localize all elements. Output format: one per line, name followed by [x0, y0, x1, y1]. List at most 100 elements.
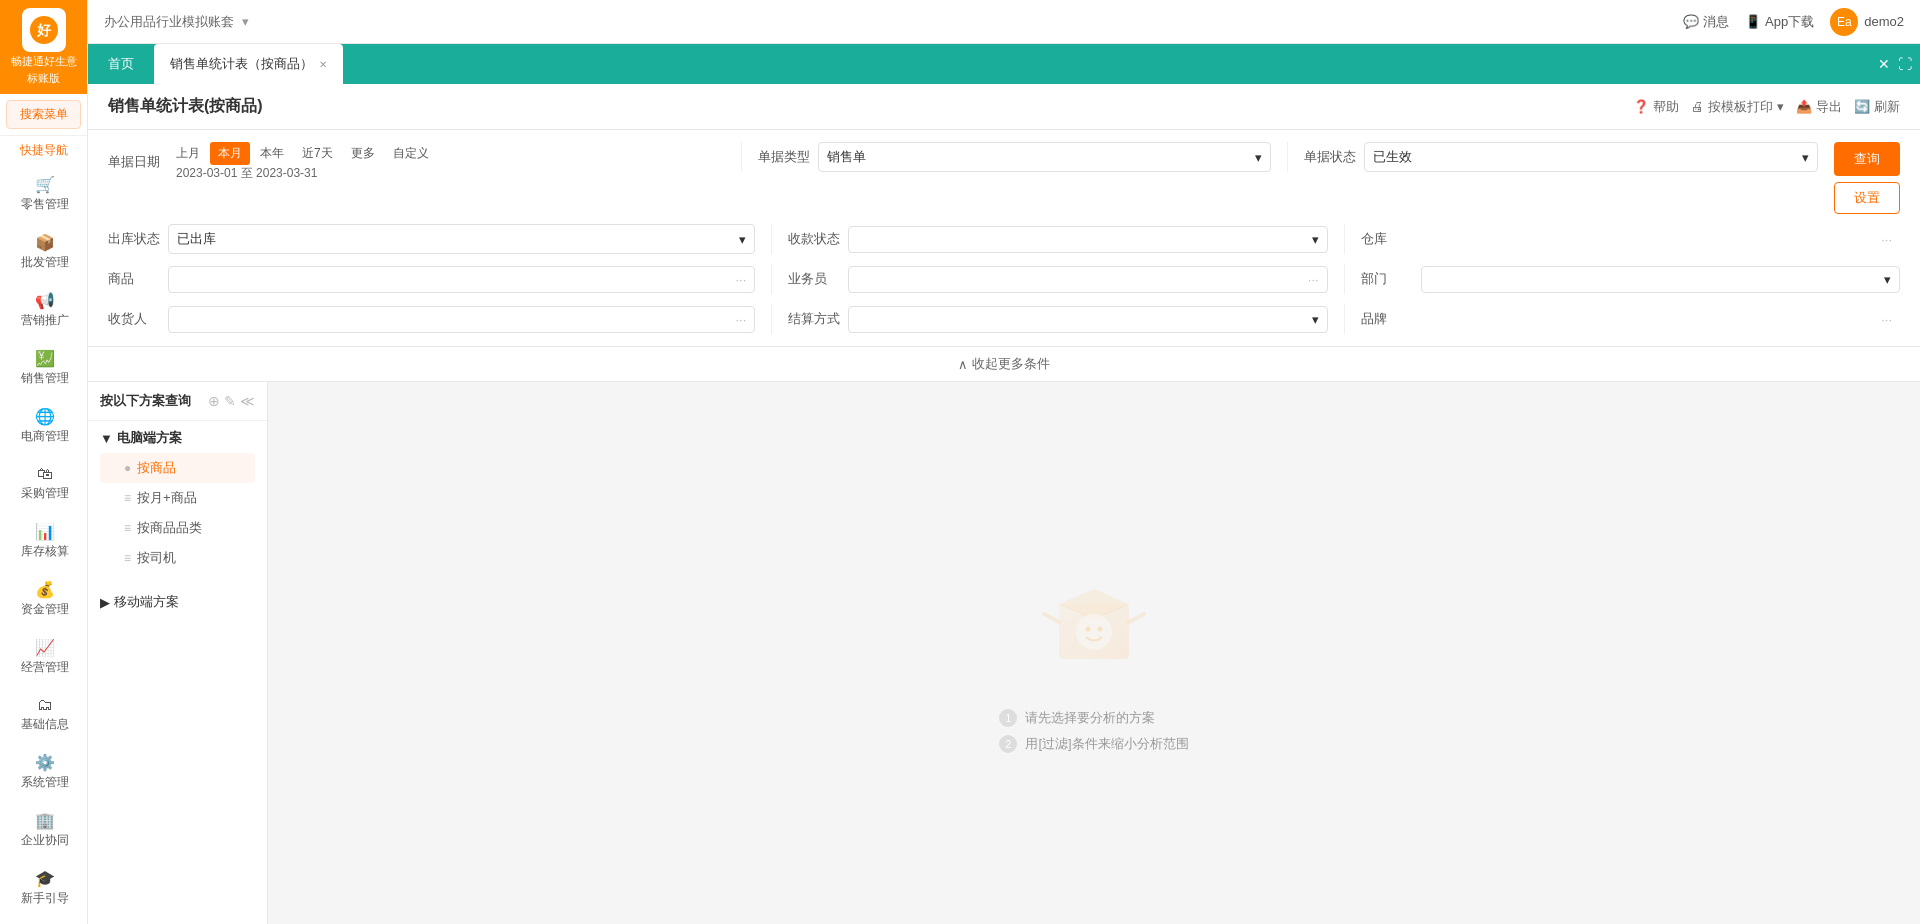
user-info[interactable]: Ea demo2 — [1830, 8, 1904, 36]
quick-nav-button[interactable]: 快捷导航 — [0, 136, 87, 165]
tab-report[interactable]: 销售单统计表（按商品） ✕ — [154, 44, 343, 84]
industry-dropdown-icon[interactable]: ▾ — [242, 14, 249, 29]
brand-input[interactable]: ··· — [1421, 307, 1900, 332]
sidebar-item-marketing[interactable]: 📢 营销推广 — [0, 281, 87, 339]
scheme-item-by-product[interactable]: ● 按商品 — [100, 453, 255, 483]
receiver-filter: 收货人 ··· — [108, 306, 755, 333]
date-tab-7days[interactable]: 近7天 — [294, 142, 341, 165]
date-filter: 单据日期 上月 本月 本年 近7天 更多 自定义 2023-03-01 至 20… — [108, 142, 725, 182]
doc-type-value: 销售单 — [827, 148, 866, 166]
sidebar-item-wholesale[interactable]: 📦 批发管理 — [0, 223, 87, 281]
print-label: 按模板打印 — [1708, 98, 1773, 116]
divider-2 — [1287, 142, 1288, 172]
sidebar-item-inventory[interactable]: 📊 库存核算 — [0, 512, 87, 570]
collapse-scheme-button[interactable]: ≪ — [240, 393, 255, 409]
department-select[interactable]: ▾ — [1421, 266, 1900, 293]
sidebar-item-basic-label: 基础信息 — [21, 716, 69, 733]
svg-line-10 — [1129, 614, 1144, 622]
print-dropdown-icon[interactable]: ▾ — [1777, 99, 1784, 114]
main-area: 办公用品行业模拟账套 ▾ 💬 消息 📱 App下载 Ea demo2 首页 销售… — [88, 0, 1920, 924]
query-button[interactable]: 查询 — [1834, 142, 1900, 176]
help-icon: ❓ — [1633, 99, 1649, 114]
salesperson-input[interactable]: ··· — [848, 266, 1327, 293]
sidebar-item-appstore[interactable]: 📱 应用中心 — [0, 917, 87, 924]
help-button[interactable]: ❓ 帮助 — [1633, 98, 1679, 116]
filter-panel: 单据日期 上月 本月 本年 近7天 更多 自定义 2023-03-01 至 20… — [88, 130, 1920, 347]
warehouse-dots[interactable]: ··· — [1881, 232, 1892, 247]
doc-status-label: 单据状态 — [1304, 148, 1364, 166]
content-area: 按以下方案查询 ⊕ ✎ ≪ ▼ 电脑端方案 ● 按商品 — [88, 382, 1920, 924]
hint-num-2: 2 — [999, 735, 1017, 753]
collapse-row: ∧ 收起更多条件 — [88, 347, 1920, 382]
collapse-label: 收起更多条件 — [972, 355, 1050, 373]
receiver-input[interactable]: ··· — [168, 306, 755, 333]
sidebar-item-guide[interactable]: 🎓 新手引导 — [0, 859, 87, 917]
scheme-item-by-cashier-icon: ≡ — [124, 551, 131, 565]
scheme-item-by-month-product[interactable]: ≡ 按月+商品 — [100, 483, 255, 513]
mobile-scheme-expand[interactable]: ▶ 移动端方案 — [100, 593, 255, 611]
sidebar-item-marketing-label: 营销推广 — [21, 312, 69, 329]
receiver-dots[interactable]: ··· — [735, 312, 746, 327]
sidebar-item-system-label: 系统管理 — [21, 774, 69, 791]
date-tab-more[interactable]: 更多 — [343, 142, 383, 165]
close-window-icon[interactable]: ✕ — [1878, 56, 1890, 72]
tabbar: 首页 销售单统计表（按商品） ✕ ✕ ⛶ — [88, 44, 1920, 84]
print-button[interactable]: 🖨 按模板打印 ▾ — [1691, 98, 1784, 116]
scheme-panel: 按以下方案查询 ⊕ ✎ ≪ ▼ 电脑端方案 ● 按商品 — [88, 382, 268, 924]
product-filter: 商品 ··· — [108, 266, 755, 293]
doc-status-select[interactable]: 已生效 ▾ — [1364, 142, 1818, 172]
sidebar-item-enterprise[interactable]: 🏢 企业协同 — [0, 801, 87, 859]
sidebar-item-ecommerce[interactable]: 🌐 电商管理 — [0, 397, 87, 455]
pc-scheme-expand[interactable]: ▼ 电脑端方案 — [100, 429, 255, 447]
settings-button[interactable]: 设置 — [1834, 182, 1900, 214]
settlement-select[interactable]: ▾ — [848, 306, 1327, 333]
divider-5 — [771, 264, 772, 294]
receive-status-select[interactable]: ▾ — [848, 226, 1327, 253]
refresh-button[interactable]: 🔄 刷新 — [1854, 98, 1900, 116]
warehouse-select[interactable]: ··· — [1421, 227, 1900, 252]
scheme-header: 按以下方案查询 ⊕ ✎ ≪ — [88, 382, 267, 421]
collapse-button[interactable]: ∧ 收起更多条件 — [958, 355, 1050, 373]
product-dots[interactable]: ··· — [735, 272, 746, 287]
product-input[interactable]: ··· — [168, 266, 755, 293]
action-buttons: 查询 设置 — [1834, 142, 1900, 214]
message-button[interactable]: 💬 消息 — [1683, 13, 1729, 31]
sidebar-item-retail[interactable]: 🛒 零售管理 — [0, 165, 87, 223]
add-scheme-button[interactable]: ⊕ — [208, 393, 220, 409]
sidebar-item-operations[interactable]: 📈 经营管理 — [0, 628, 87, 686]
export-button[interactable]: 📤 导出 — [1796, 98, 1842, 116]
department-filter: 部门 ▾ — [1361, 266, 1900, 293]
scheme-item-by-category[interactable]: ≡ 按商品品类 — [100, 513, 255, 543]
print-icon: 🖨 — [1691, 99, 1704, 114]
app-download-button[interactable]: 📱 App下载 — [1745, 13, 1814, 31]
search-menu-button[interactable]: 搜索菜单 — [6, 100, 81, 129]
doc-type-label: 单据类型 — [758, 148, 818, 166]
sidebar-item-wholesale-label: 批发管理 — [21, 254, 69, 271]
date-tab-custom[interactable]: 自定义 — [385, 142, 437, 165]
date-tab-this-year[interactable]: 本年 — [252, 142, 292, 165]
doc-type-select[interactable]: 销售单 ▾ — [818, 142, 1272, 172]
brand-dots[interactable]: ··· — [1881, 312, 1892, 327]
maximize-window-icon[interactable]: ⛶ — [1898, 56, 1912, 72]
settlement-label: 结算方式 — [788, 310, 848, 328]
marketing-icon: 📢 — [35, 291, 55, 310]
sidebar-item-sales[interactable]: 💹 销售管理 — [0, 339, 87, 397]
pc-scheme-category: ▼ 电脑端方案 ● 按商品 ≡ 按月+商品 ≡ 按商品品类 — [88, 421, 267, 581]
logo-icon: 好 — [22, 8, 66, 52]
out-status-select[interactable]: 已出库 ▾ — [168, 224, 755, 254]
sidebar-item-basic[interactable]: 🗂 基础信息 — [0, 686, 87, 743]
tab-home[interactable]: 首页 — [88, 44, 154, 84]
sales-icon: 💹 — [35, 349, 55, 368]
scheme-item-by-cashier[interactable]: ≡ 按司机 — [100, 543, 255, 573]
edit-scheme-button[interactable]: ✎ — [224, 393, 236, 409]
sidebar-item-system[interactable]: ⚙️ 系统管理 — [0, 743, 87, 801]
scheme-item-by-product-icon: ● — [124, 461, 131, 475]
out-status-value: 已出库 — [177, 230, 216, 248]
sidebar-item-finance[interactable]: 💰 资金管理 — [0, 570, 87, 628]
tab-report-close-icon[interactable]: ✕ — [319, 59, 327, 70]
date-tab-this-month[interactable]: 本月 — [210, 142, 250, 165]
date-tab-last-month[interactable]: 上月 — [168, 142, 208, 165]
sidebar-item-purchase[interactable]: 🛍 采购管理 — [0, 455, 87, 512]
svg-line-9 — [1044, 614, 1059, 622]
salesperson-dots[interactable]: ··· — [1308, 272, 1319, 287]
